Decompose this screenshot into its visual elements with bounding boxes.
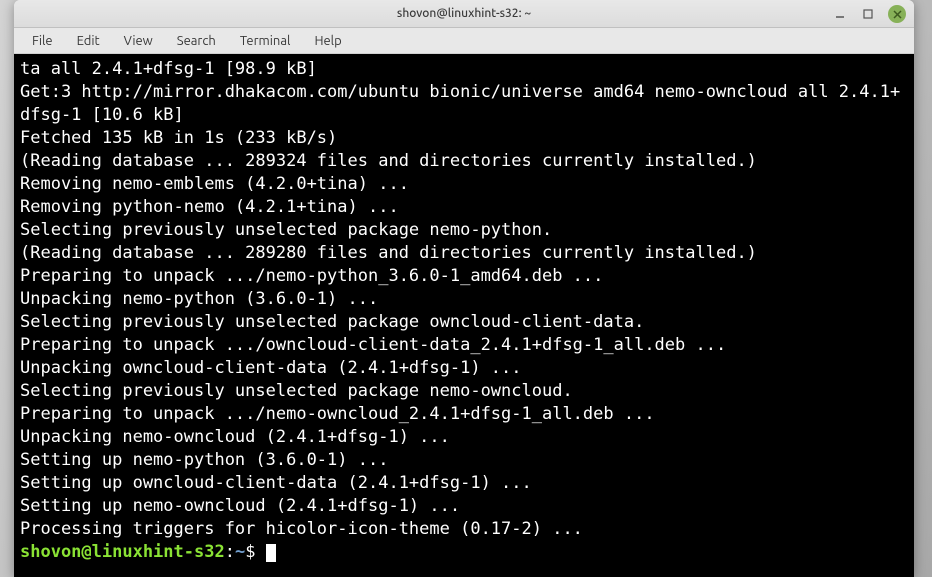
terminal-line: Setting up owncloud-client-data (2.4.1+d… [20,472,908,495]
terminal-line: Processing triggers for hicolor-icon-the… [20,518,908,541]
close-button[interactable] [888,5,906,23]
prompt-path: ~ [235,542,245,562]
terminal-line: Setting up nemo-owncloud (2.4.1+dfsg-1) … [20,495,908,518]
prompt-colon: : [225,542,235,562]
minimize-button[interactable] [832,6,848,22]
terminal-line: Get:3 http://mirror.dhakacom.com/ubuntu … [20,81,908,127]
terminal-line: Unpacking nemo-python (3.6.0-1) ... [20,288,908,311]
window-controls [832,5,906,23]
terminal-line: Selecting previously unselected package … [20,219,908,242]
terminal-line: ta all 2.4.1+dfsg-1 [98.9 kB] [20,58,908,81]
terminal-line: Unpacking nemo-owncloud (2.4.1+dfsg-1) .… [20,426,908,449]
terminal-line: Selecting previously unselected package … [20,311,908,334]
terminal-line: Removing nemo-emblems (4.2.0+tina) ... [20,173,908,196]
terminal-line: Fetched 135 kB in 1s (233 kB/s) [20,127,908,150]
terminal-output[interactable]: ta all 2.4.1+dfsg-1 [98.9 kB]Get:3 http:… [14,54,914,577]
window-title: shovon@linuxhint-s32: ~ [397,7,531,20]
terminal-line: Unpacking owncloud-client-data (2.4.1+df… [20,357,908,380]
menu-view[interactable]: View [114,31,163,51]
menu-search[interactable]: Search [167,31,226,51]
menu-help[interactable]: Help [304,31,351,51]
titlebar: shovon@linuxhint-s32: ~ [14,0,914,28]
terminal-line: Preparing to unpack .../nemo-python_3.6.… [20,265,908,288]
terminal-line: Preparing to unpack .../nemo-owncloud_2.… [20,403,908,426]
menu-edit[interactable]: Edit [67,31,110,51]
terminal-line: Setting up nemo-python (3.6.0-1) ... [20,449,908,472]
terminal-line: Preparing to unpack .../owncloud-client-… [20,334,908,357]
terminal-prompt-line: shovon@linuxhint-s32:~$ [20,541,908,564]
maximize-button[interactable] [860,6,876,22]
menu-terminal[interactable]: Terminal [230,31,301,51]
menubar: File Edit View Search Terminal Help [14,28,914,54]
terminal-line: (Reading database ... 289324 files and d… [20,150,908,173]
prompt-user-host: shovon@linuxhint-s32 [20,542,225,562]
cursor [266,544,276,562]
terminal-window: shovon@linuxhint-s32: ~ File Edit View S… [14,0,914,577]
prompt-dollar: $ [245,542,265,562]
menu-file[interactable]: File [22,31,63,51]
terminal-line: Removing python-nemo (4.2.1+tina) ... [20,196,908,219]
terminal-line: Selecting previously unselected package … [20,380,908,403]
terminal-line: (Reading database ... 289280 files and d… [20,242,908,265]
